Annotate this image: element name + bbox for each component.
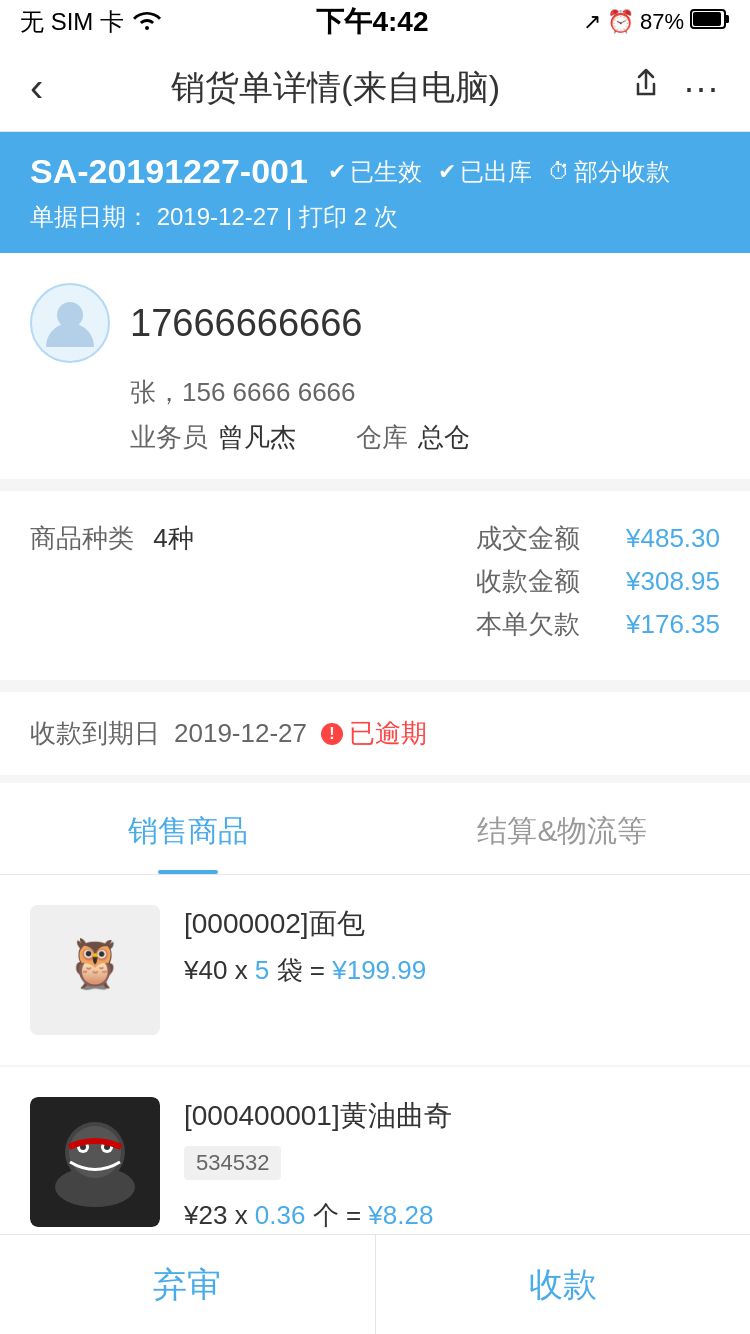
sales-value: 曾凡杰	[218, 420, 296, 455]
product-info-bread: [0000002]面包 ¥40 x 5 袋 = ¥199.99	[184, 905, 720, 988]
reject-button[interactable]: 弃审	[0, 1235, 376, 1334]
badge-effective: ✔ 已生效	[328, 156, 422, 188]
badge-shipped: ✔ 已出库	[438, 156, 532, 188]
nav-bar: ‹ 销货单详情(来自电脑) ···	[0, 44, 750, 132]
tab-sales-products[interactable]: 销售商品	[0, 783, 375, 874]
overdue-badge: ! 已逾期	[321, 716, 427, 751]
stats-left: 商品种类 4种	[30, 521, 194, 556]
check-icon-2: ✔	[438, 159, 456, 185]
back-button[interactable]: ‹	[30, 65, 43, 110]
transaction-value: ¥485.30	[600, 523, 720, 554]
warehouse-value: 总仓	[418, 420, 470, 455]
battery-text: 87%	[640, 9, 684, 35]
divider-1	[0, 481, 750, 491]
print-info: | 打印 2 次	[286, 203, 398, 230]
order-date: 单据日期： 2019-12-27 | 打印 2 次	[30, 201, 720, 233]
customer-top: 17666666666	[30, 283, 720, 363]
share-icon[interactable]	[628, 66, 664, 109]
due-label: 收款到期日	[30, 716, 160, 751]
transaction-row: 成交金额 ¥485.30	[476, 521, 720, 556]
customer-section: 17666666666 张，156 6666 6666 业务员 曾凡杰 仓库 总…	[0, 253, 750, 479]
product-thumb-bread: 🦉	[30, 905, 160, 1035]
debt-label: 本单欠款	[476, 607, 580, 642]
overdue-icon: !	[321, 723, 343, 745]
nav-title: 销货单详情(来自电脑)	[171, 65, 500, 111]
product-item-bread: 🦉 [0000002]面包 ¥40 x 5 袋 = ¥199.99	[0, 875, 750, 1065]
status-bar-time: 下午4:42	[316, 3, 428, 41]
stats-section: 商品种类 4种 成交金额 ¥485.30 收款金额 ¥308.95 本单欠款 ¥…	[0, 491, 750, 680]
due-value: 2019-12-27	[174, 718, 307, 749]
customer-meta: 业务员 曾凡杰 仓库 总仓	[30, 420, 720, 455]
stats-right: 成交金额 ¥485.30 收款金额 ¥308.95 本单欠款 ¥176.35	[476, 521, 720, 650]
product-info-cookie: [000400001]黄油曲奇 534532 ¥23 x 0.36 个 = ¥8…	[184, 1097, 720, 1233]
sales-label: 业务员	[130, 420, 208, 455]
signal-text: 无 SIM 卡	[20, 6, 124, 38]
product-name-bread: [0000002]面包	[184, 905, 720, 943]
order-header: SA-20191227-001 ✔ 已生效 ✔ 已出库 ⏱ 部分收款 单据日期：…	[0, 132, 750, 253]
due-section: 收款到期日 2019-12-27 ! 已逾期	[0, 692, 750, 775]
divider-2	[0, 682, 750, 692]
battery-icon	[690, 8, 730, 36]
debt-value: ¥176.35	[600, 609, 720, 640]
clock-icon: ⏱	[548, 159, 570, 185]
svg-rect-2	[693, 12, 721, 26]
product-price-cookie: ¥23 x 0.36 个 = ¥8.28	[184, 1198, 720, 1233]
avatar	[30, 283, 110, 363]
tab-bar: 销售商品 结算&物流等	[0, 783, 750, 875]
customer-sub: 张，156 6666 6666	[30, 375, 720, 410]
transaction-label: 成交金额	[476, 521, 580, 556]
check-icon-1: ✔	[328, 159, 346, 185]
warehouse-label: 仓库	[356, 420, 408, 455]
order-badges: ✔ 已生效 ✔ 已出库 ⏱ 部分收款	[328, 156, 670, 188]
sales-meta: 业务员 曾凡杰	[130, 420, 296, 455]
status-bar: 无 SIM 卡 下午4:42 ↗ ⏰ 87%	[0, 0, 750, 44]
warehouse-meta: 仓库 总仓	[356, 420, 470, 455]
status-bar-left: 无 SIM 卡	[20, 6, 162, 38]
received-row: 收款金额 ¥308.95	[476, 564, 720, 599]
wifi-icon	[132, 8, 162, 36]
received-label: 收款金额	[476, 564, 580, 599]
debt-row: 本单欠款 ¥176.35	[476, 607, 720, 642]
product-price-bread: ¥40 x 5 袋 = ¥199.99	[184, 953, 720, 988]
nav-icons: ···	[628, 66, 720, 109]
category-value: 4种	[153, 523, 193, 553]
product-name-cookie: [000400001]黄油曲奇	[184, 1097, 720, 1135]
customer-id: 17666666666	[130, 302, 362, 345]
product-tag-cookie: 534532	[184, 1145, 720, 1190]
overdue-text: 已逾期	[349, 716, 427, 751]
action-bar: 弃审 收款	[0, 1234, 750, 1334]
svg-rect-1	[725, 15, 729, 23]
order-id: SA-20191227-001	[30, 152, 308, 191]
tab-settlement[interactable]: 结算&物流等	[375, 783, 750, 874]
badge-partial: ⏱ 部分收款	[548, 156, 670, 188]
date-value: 2019-12-27	[157, 203, 280, 230]
status-bar-right: ↗ ⏰ 87%	[583, 8, 730, 36]
alarm-icon: ⏰	[607, 9, 634, 35]
location-icon: ↗	[583, 9, 601, 35]
received-value: ¥308.95	[600, 566, 720, 597]
svg-text:🦉: 🦉	[65, 935, 125, 992]
collect-button[interactable]: 收款	[376, 1235, 751, 1334]
product-thumb-cookie	[30, 1097, 160, 1227]
date-label: 单据日期：	[30, 203, 150, 230]
more-icon[interactable]: ···	[684, 67, 720, 109]
category-label: 商品种类	[30, 523, 134, 553]
product-list: 🦉 [0000002]面包 ¥40 x 5 袋 = ¥199.99	[0, 875, 750, 1263]
